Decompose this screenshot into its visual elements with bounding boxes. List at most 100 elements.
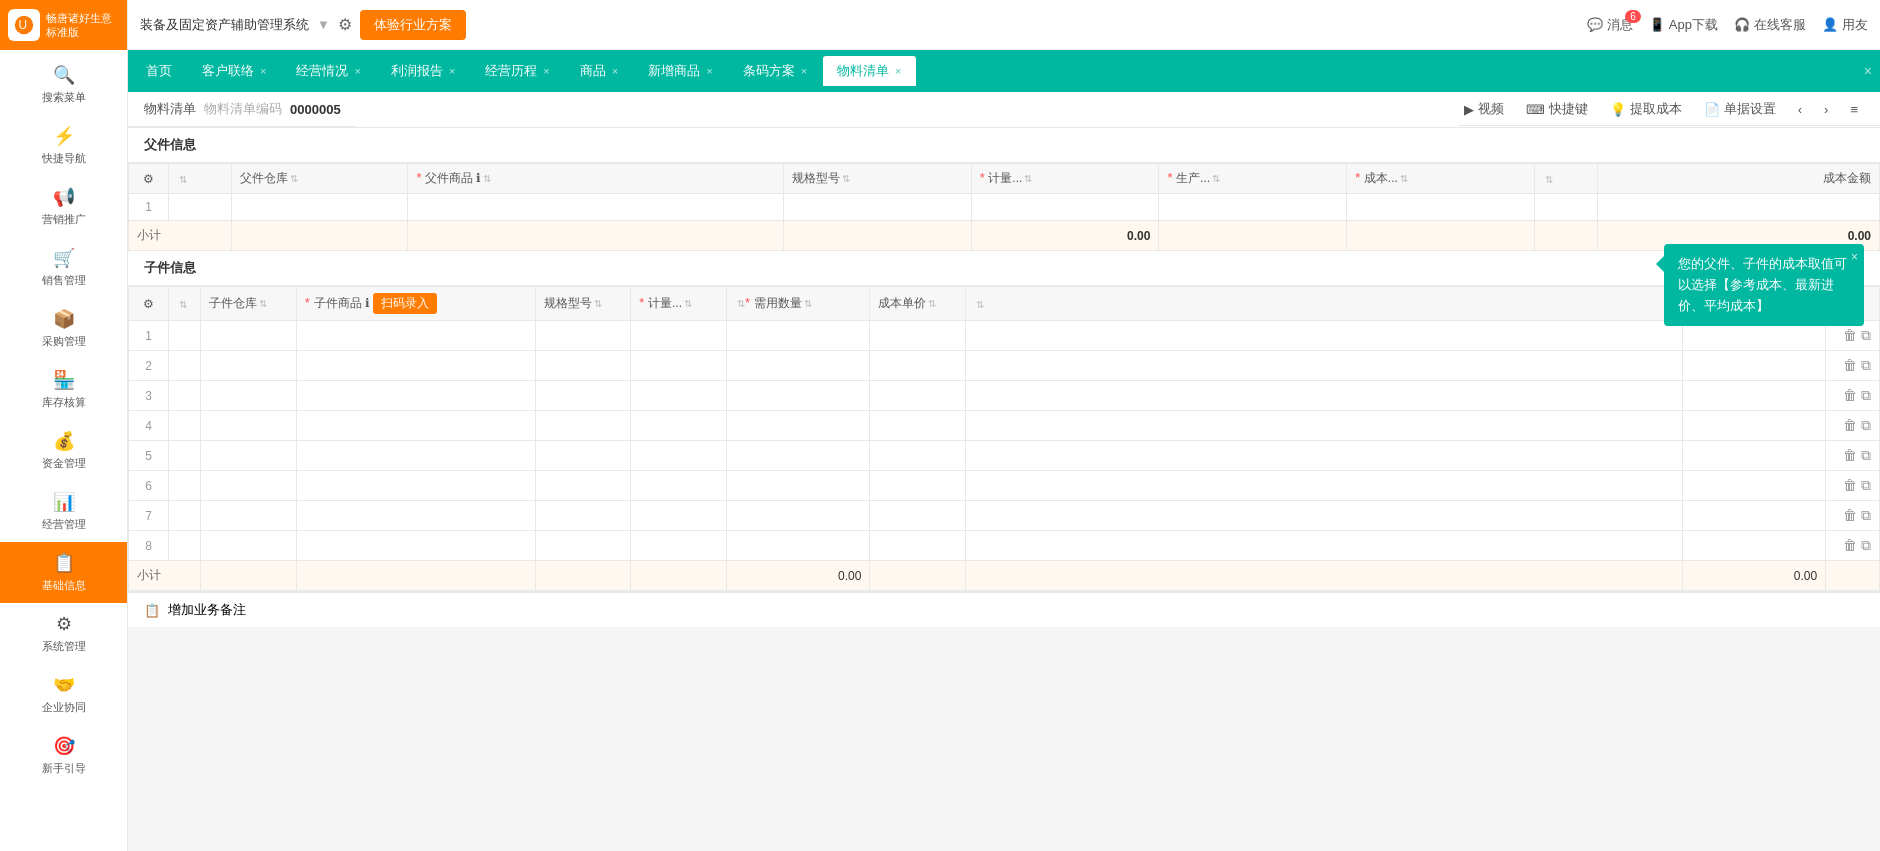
nav-close-all[interactable]: × <box>1860 63 1876 79</box>
child-cell-price[interactable] <box>870 501 966 531</box>
child-cell-spec[interactable] <box>535 321 631 351</box>
child-cell-qty[interactable] <box>726 531 869 561</box>
child-cell-warehouse[interactable] <box>201 441 297 471</box>
tab-add-goods[interactable]: 新增商品 × <box>634 56 726 86</box>
child-cell-goods[interactable] <box>296 471 535 501</box>
app-download-item[interactable]: 📱 App下载 <box>1649 16 1718 34</box>
tab-goods[interactable]: 商品 × <box>566 56 632 86</box>
child-cell-unit[interactable] <box>631 321 727 351</box>
child-cell-unit[interactable] <box>631 441 727 471</box>
video-btn[interactable]: ▶ 视频 <box>1458 97 1510 121</box>
child-cell-price[interactable] <box>870 531 966 561</box>
child-cell-price[interactable] <box>870 351 966 381</box>
sidebar-item-collab[interactable]: 🤝 企业协同 <box>0 664 127 725</box>
child-cell-spec[interactable] <box>535 441 631 471</box>
sidebar-item-quicknav[interactable]: ⚡ 快捷导航 <box>0 115 127 176</box>
child-cell-qty[interactable] <box>726 441 869 471</box>
parent-cell-spec[interactable] <box>783 194 971 221</box>
sidebar-item-basic[interactable]: 📋 基础信息 <box>0 542 127 603</box>
child-cell-spec[interactable] <box>535 351 631 381</box>
child-cell-unit[interactable] <box>631 531 727 561</box>
child-cell-goods[interactable] <box>296 501 535 531</box>
child-cell-goods[interactable] <box>296 441 535 471</box>
th-parent-settings[interactable]: ⚙ <box>129 164 169 194</box>
copy-icon[interactable]: ⧉ <box>1861 387 1871 404</box>
child-cell-goods[interactable] <box>296 531 535 561</box>
breadcrumb-bom[interactable]: 物料清单 <box>144 100 196 118</box>
sidebar-item-guide[interactable]: 🎯 新手引导 <box>0 725 127 786</box>
child-cell-qty[interactable] <box>726 411 869 441</box>
child-cell-unit[interactable] <box>631 411 727 441</box>
tab-goods-close[interactable]: × <box>612 65 618 77</box>
child-cell-unit[interactable] <box>631 351 727 381</box>
extract-cost-btn[interactable]: 💡 提取成本 <box>1604 97 1688 121</box>
tab-history-close[interactable]: × <box>543 65 549 77</box>
tab-history[interactable]: 经营历程 × <box>471 56 563 86</box>
child-cell-spec[interactable] <box>535 531 631 561</box>
scan-button[interactable]: 扫码录入 <box>373 293 437 314</box>
parent-cell-cost[interactable] <box>1347 194 1535 221</box>
tab-operations[interactable]: 经营情况 × <box>282 56 374 86</box>
child-cell-qty[interactable] <box>726 321 869 351</box>
copy-icon[interactable]: ⧉ <box>1861 357 1871 374</box>
sidebar-item-finance[interactable]: 💰 资金管理 <box>0 420 127 481</box>
child-cell-warehouse[interactable] <box>201 351 297 381</box>
copy-icon[interactable]: ⧉ <box>1861 417 1871 434</box>
child-cell-price[interactable] <box>870 471 966 501</box>
child-cell-warehouse[interactable] <box>201 321 297 351</box>
delete-icon[interactable]: 🗑 <box>1843 477 1857 494</box>
child-cell-price[interactable] <box>870 441 966 471</box>
child-cell-spec[interactable] <box>535 381 631 411</box>
parent-cell-unit[interactable] <box>971 194 1159 221</box>
copy-icon[interactable]: ⧉ <box>1861 327 1871 344</box>
tab-ops-close[interactable]: × <box>354 65 360 77</box>
single-settings-btn[interactable]: 📄 单据设置 <box>1698 97 1782 121</box>
tab-customer[interactable]: 客户联络 × <box>188 56 280 86</box>
sidebar-item-search[interactable]: 🔍 搜索菜单 <box>0 54 127 115</box>
child-cell-warehouse[interactable] <box>201 411 297 441</box>
tab-barcode-close[interactable]: × <box>801 65 807 77</box>
child-cell-qty[interactable] <box>726 351 869 381</box>
copy-icon[interactable]: ⧉ <box>1861 507 1871 524</box>
grid-view-btn[interactable]: ≡ <box>1844 99 1864 120</box>
th-child-settings[interactable]: ⚙ <box>129 287 169 321</box>
sidebar-item-system[interactable]: ⚙ 系统管理 <box>0 603 127 664</box>
parent-cell-goods[interactable] <box>408 194 784 221</box>
child-cell-goods[interactable] <box>296 351 535 381</box>
child-cell-warehouse[interactable] <box>201 531 297 561</box>
delete-icon[interactable]: 🗑 <box>1843 387 1857 404</box>
child-cell-price[interactable] <box>870 321 966 351</box>
next-btn[interactable]: › <box>1818 99 1834 120</box>
online-service-item[interactable]: 🎧 在线客服 <box>1734 16 1806 34</box>
child-cell-unit[interactable] <box>631 381 727 411</box>
tab-customer-close[interactable]: × <box>260 65 266 77</box>
child-cell-qty[interactable] <box>726 471 869 501</box>
sidebar-item-purchase[interactable]: 📦 采购管理 <box>0 298 127 359</box>
child-cell-spec[interactable] <box>535 501 631 531</box>
child-cell-warehouse[interactable] <box>201 471 297 501</box>
sidebar-item-marketing[interactable]: 📢 营销推广 <box>0 176 127 237</box>
child-cell-qty[interactable] <box>726 501 869 531</box>
system-dropdown-icon[interactable]: ▼ <box>317 17 330 32</box>
settings-icon[interactable]: ⚙ <box>338 15 352 34</box>
delete-icon[interactable]: 🗑 <box>1843 327 1857 344</box>
copy-icon[interactable]: ⧉ <box>1861 537 1871 554</box>
tooltip-close-btn[interactable]: × <box>1851 248 1858 267</box>
child-cell-spec[interactable] <box>535 411 631 441</box>
tab-bom-close[interactable]: × <box>895 65 901 77</box>
tab-addgoods-close[interactable]: × <box>706 65 712 77</box>
parent-cell-produce[interactable] <box>1159 194 1347 221</box>
tab-barcode[interactable]: 条码方案 × <box>729 56 821 86</box>
delete-icon[interactable]: 🗑 <box>1843 507 1857 524</box>
child-cell-warehouse[interactable] <box>201 501 297 531</box>
delete-icon[interactable]: 🗑 <box>1843 537 1857 554</box>
sidebar-item-inventory[interactable]: 🏪 库存核算 <box>0 359 127 420</box>
child-cell-price[interactable] <box>870 381 966 411</box>
child-cell-warehouse[interactable] <box>201 381 297 411</box>
tab-bom[interactable]: 物料清单 × <box>823 56 915 86</box>
child-cell-price[interactable] <box>870 411 966 441</box>
tab-profit[interactable]: 利润报告 × <box>377 56 469 86</box>
delete-icon[interactable]: 🗑 <box>1843 357 1857 374</box>
child-cell-qty[interactable] <box>726 381 869 411</box>
child-cell-goods[interactable] <box>296 321 535 351</box>
